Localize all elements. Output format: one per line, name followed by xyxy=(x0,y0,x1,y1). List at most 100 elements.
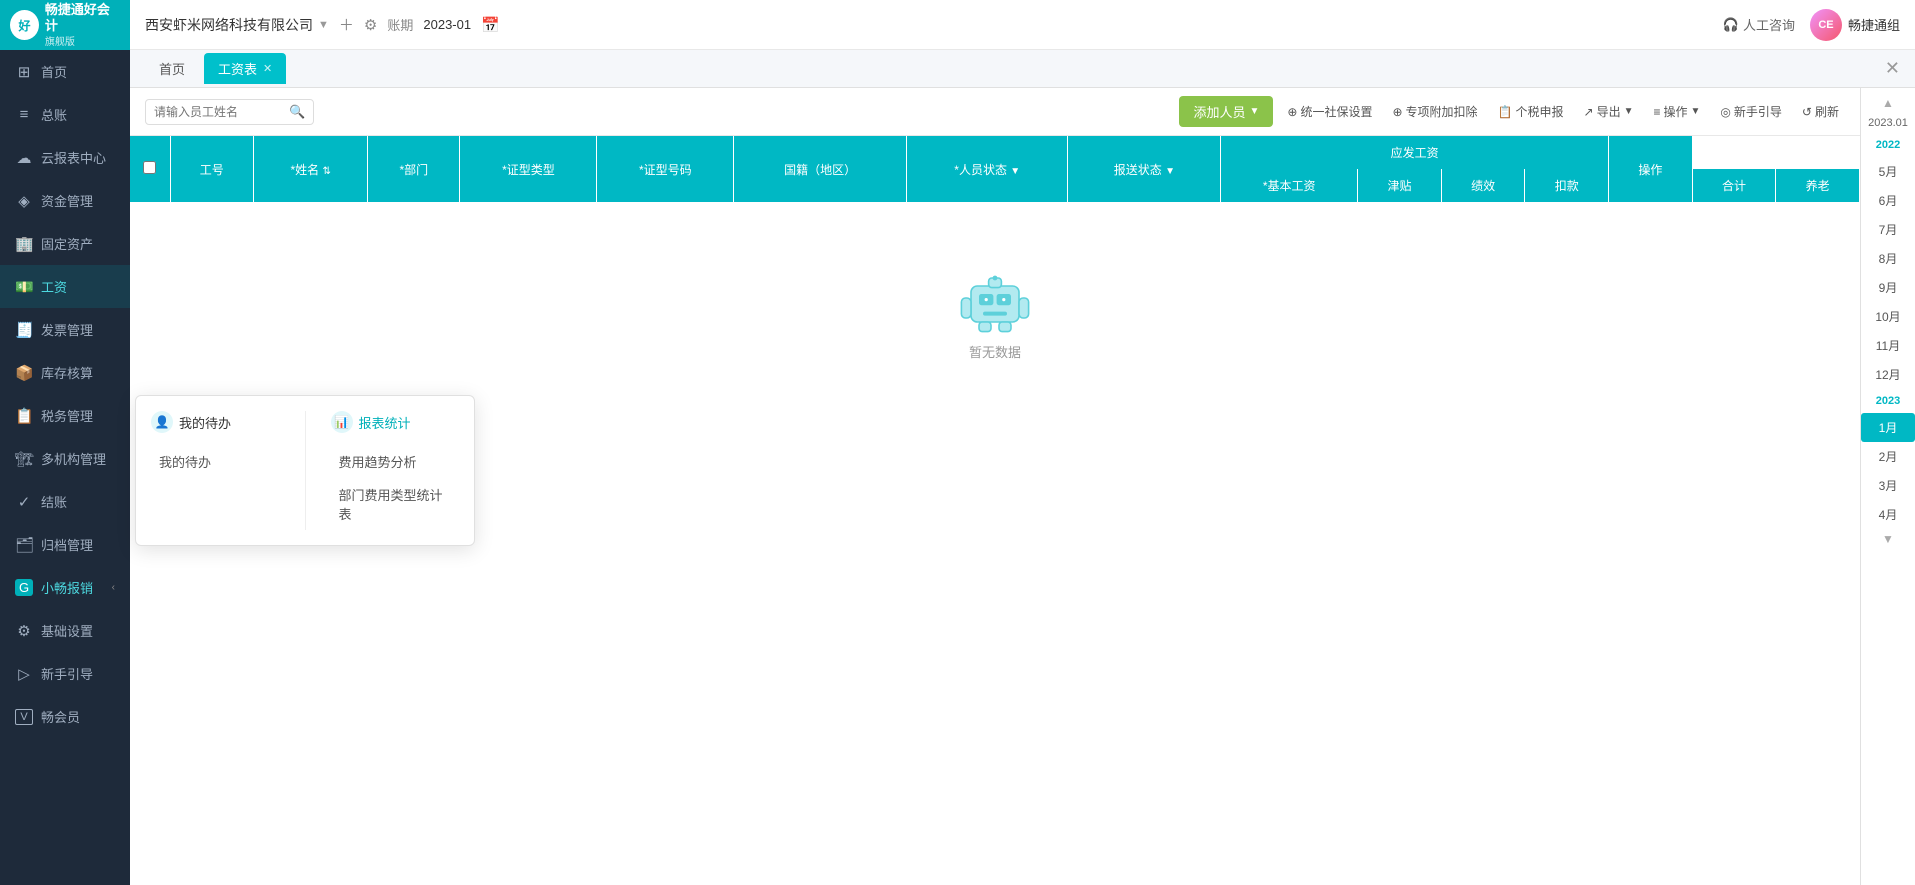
add-icon[interactable]: ＋ xyxy=(339,14,354,35)
sidebar-item-basic[interactable]: ⚙ 基础设置 xyxy=(0,609,130,652)
social-insurance-action[interactable]: ⊕ 统一社保设置 xyxy=(1281,99,1378,124)
sidebar-item-salary[interactable]: 💵 工资 xyxy=(0,265,130,308)
personal-tax-icon: 📋 xyxy=(1498,105,1513,119)
user-area[interactable]: CE 畅捷通组 xyxy=(1810,9,1900,41)
export-action[interactable]: ↗ 导出 ▼ xyxy=(1578,99,1640,124)
basic-icon: ⚙ xyxy=(15,622,33,640)
month-item-12[interactable]: 12月 xyxy=(1861,360,1915,389)
special-deduction-icon: ⊕ xyxy=(1392,105,1402,119)
sidebar-item-settle[interactable]: ✓ 结账 xyxy=(0,480,130,523)
popup-item-dept-stats[interactable]: 部门费用类型统计表 xyxy=(331,478,460,530)
sidebar-label-settle: 结账 xyxy=(41,492,67,511)
calendar-icon[interactable]: 📅 xyxy=(481,16,500,34)
tab-salary-table[interactable]: 工资表 ✕ xyxy=(204,53,286,84)
sidebar-item-assets[interactable]: 🏢 固定资产 xyxy=(0,222,130,265)
th-allowance: 津贴 xyxy=(1358,169,1442,202)
th-name: *姓名 ⇅ xyxy=(254,136,368,202)
export-icon: ↗ xyxy=(1584,105,1594,119)
month-item-5[interactable]: 5月 xyxy=(1861,157,1915,186)
month-item-2[interactable]: 2月 xyxy=(1861,442,1915,471)
sidebar-item-cloud[interactable]: ☁ 云报表中心 xyxy=(0,136,130,179)
month-panel-header: 2023.01 xyxy=(1868,113,1908,133)
service-label: 人工咨询 xyxy=(1743,15,1795,34)
sidebar-item-invoice[interactable]: 🧾 发票管理 xyxy=(0,308,130,351)
company-selector[interactable]: 西安虾米网络科技有限公司 ▼ xyxy=(145,15,329,35)
sidebar-item-archive[interactable]: 🗂 归档管理 xyxy=(0,523,130,566)
social-insurance-label: 统一社保设置 xyxy=(1300,103,1372,120)
period-value: 2023-01 xyxy=(423,17,471,32)
year-2022-label: 2022 xyxy=(1861,133,1915,157)
sidebar-item-tax[interactable]: 📋 税务管理 xyxy=(0,394,130,437)
sidebar-label-home: 首页 xyxy=(41,62,67,81)
special-deduction-action[interactable]: ⊕ 专项附加扣除 xyxy=(1386,99,1483,124)
trend-label: 费用趋势分析 xyxy=(339,455,417,470)
topbar: 西安虾米网络科技有限公司 ▼ ＋ ⚙ 账期 2023-01 📅 🎧 人工咨询 C… xyxy=(130,0,1915,50)
th-nationality: 国籍（地区） xyxy=(734,136,907,202)
tab-collapse-icon[interactable]: ✕ xyxy=(1885,58,1900,79)
refresh-action[interactable]: ↺ 刷新 xyxy=(1796,99,1845,124)
tab-close-icon[interactable]: ✕ xyxy=(263,62,272,75)
popup-item-trend[interactable]: 费用趋势分析 xyxy=(331,445,460,478)
sidebar-item-xiaochang[interactable]: G 小畅报销 ‹ xyxy=(0,566,130,609)
popup-col-todo: 👤 我的待办 我的待办 xyxy=(151,411,280,530)
todo-icon: 👤 xyxy=(151,411,173,433)
sidebar-item-ledger[interactable]: ≡ 总账 xyxy=(0,93,130,136)
special-deduction-label: 专项附加扣除 xyxy=(1406,103,1478,120)
sidebar-label-archive: 归档管理 xyxy=(41,535,93,554)
month-item-8[interactable]: 8月 xyxy=(1861,244,1915,273)
app-sub: 旗舰版 xyxy=(45,33,120,48)
operation-action[interactable]: ≡ 操作 ▼ xyxy=(1647,99,1706,124)
month-item-4[interactable]: 4月 xyxy=(1861,500,1915,529)
operation-dropdown-icon: ▼ xyxy=(1691,106,1701,117)
month-item-7[interactable]: 7月 xyxy=(1861,215,1915,244)
th-id-type: *证型类型 xyxy=(460,136,597,202)
app-name: 畅捷通好会计 xyxy=(45,2,120,33)
month-item-6[interactable]: 6月 xyxy=(1861,186,1915,215)
tabbar: 首页 工资表 ✕ ✕ xyxy=(130,50,1915,88)
sidebar: 好 畅捷通好会计 旗舰版 ⊞ 首页 ≡ 总账 ☁ 云报表中心 ◈ 资金管理 🏢 … xyxy=(0,0,130,885)
popup-col-report-header: 📊 报表统计 xyxy=(331,411,460,433)
add-person-dropdown-icon: ▼ xyxy=(1249,106,1259,117)
settings-icon[interactable]: ⚙ xyxy=(364,16,377,34)
sidebar-item-finance[interactable]: ◈ 资金管理 xyxy=(0,179,130,222)
service-button[interactable]: 🎧 人工咨询 xyxy=(1723,15,1795,34)
sidebar-item-guide[interactable]: ▷ 新手引导 xyxy=(0,652,130,695)
refresh-label: 刷新 xyxy=(1815,103,1839,120)
sidebar-item-home[interactable]: ⊞ 首页 xyxy=(0,50,130,93)
home-icon: ⊞ xyxy=(15,63,33,81)
logo-icon: 好 xyxy=(10,10,39,40)
sort-icon: ⇅ xyxy=(322,166,330,177)
tab-home[interactable]: 首页 xyxy=(145,53,199,84)
xiaochang-dropdown-popup: 👤 我的待办 我的待办 📊 报表统计 费用趋势分析 部门费用类型统计表 xyxy=(135,395,475,546)
popup-row: 👤 我的待办 我的待办 📊 报表统计 费用趋势分析 部门费用类型统计表 xyxy=(151,411,459,530)
month-item-11[interactable]: 11月 xyxy=(1861,331,1915,360)
dept-stats-label: 部门费用类型统计表 xyxy=(339,488,443,522)
user-name: 畅捷通组 xyxy=(1848,15,1900,34)
stock-icon: 📦 xyxy=(15,364,33,382)
select-all-checkbox[interactable] xyxy=(143,161,156,174)
search-input[interactable] xyxy=(154,105,284,119)
sidebar-item-member[interactable]: V 畅会员 xyxy=(0,695,130,738)
sidebar-item-multi[interactable]: 🏗 多机构管理 xyxy=(0,437,130,480)
empty-robot-icon xyxy=(955,262,1035,342)
month-item-1-active[interactable]: 1月 xyxy=(1861,413,1915,442)
popup-item-mytodo[interactable]: 我的待办 xyxy=(151,445,280,478)
month-scroll-down[interactable]: ▼ xyxy=(1861,529,1915,549)
user-avatar: CE xyxy=(1810,9,1842,41)
month-item-10[interactable]: 10月 xyxy=(1861,302,1915,331)
sidebar-label-salary: 工资 xyxy=(41,277,67,296)
th-person-status: *人员状态 ▼ xyxy=(907,136,1068,202)
month-item-3[interactable]: 3月 xyxy=(1861,471,1915,500)
month-scroll-up[interactable]: ▲ xyxy=(1861,93,1915,113)
th-report-status: 报送状态 ▼ xyxy=(1068,136,1221,202)
guide-icon: ▷ xyxy=(15,665,33,683)
sidebar-item-stock[interactable]: 📦 库存核算 xyxy=(0,351,130,394)
month-item-9[interactable]: 9月 xyxy=(1861,273,1915,302)
filter-icon1: ▼ xyxy=(1010,166,1020,177)
th-id-number: *证型号码 xyxy=(597,136,734,202)
sidebar-label-cloud: 云报表中心 xyxy=(41,148,106,167)
add-person-button[interactable]: 添加人员 ▼ xyxy=(1179,96,1273,127)
th-dept: *部门 xyxy=(368,136,460,202)
personal-tax-action[interactable]: 📋 个税申报 xyxy=(1492,99,1570,124)
new-guide-action[interactable]: ◎ 新手引导 xyxy=(1714,99,1788,124)
